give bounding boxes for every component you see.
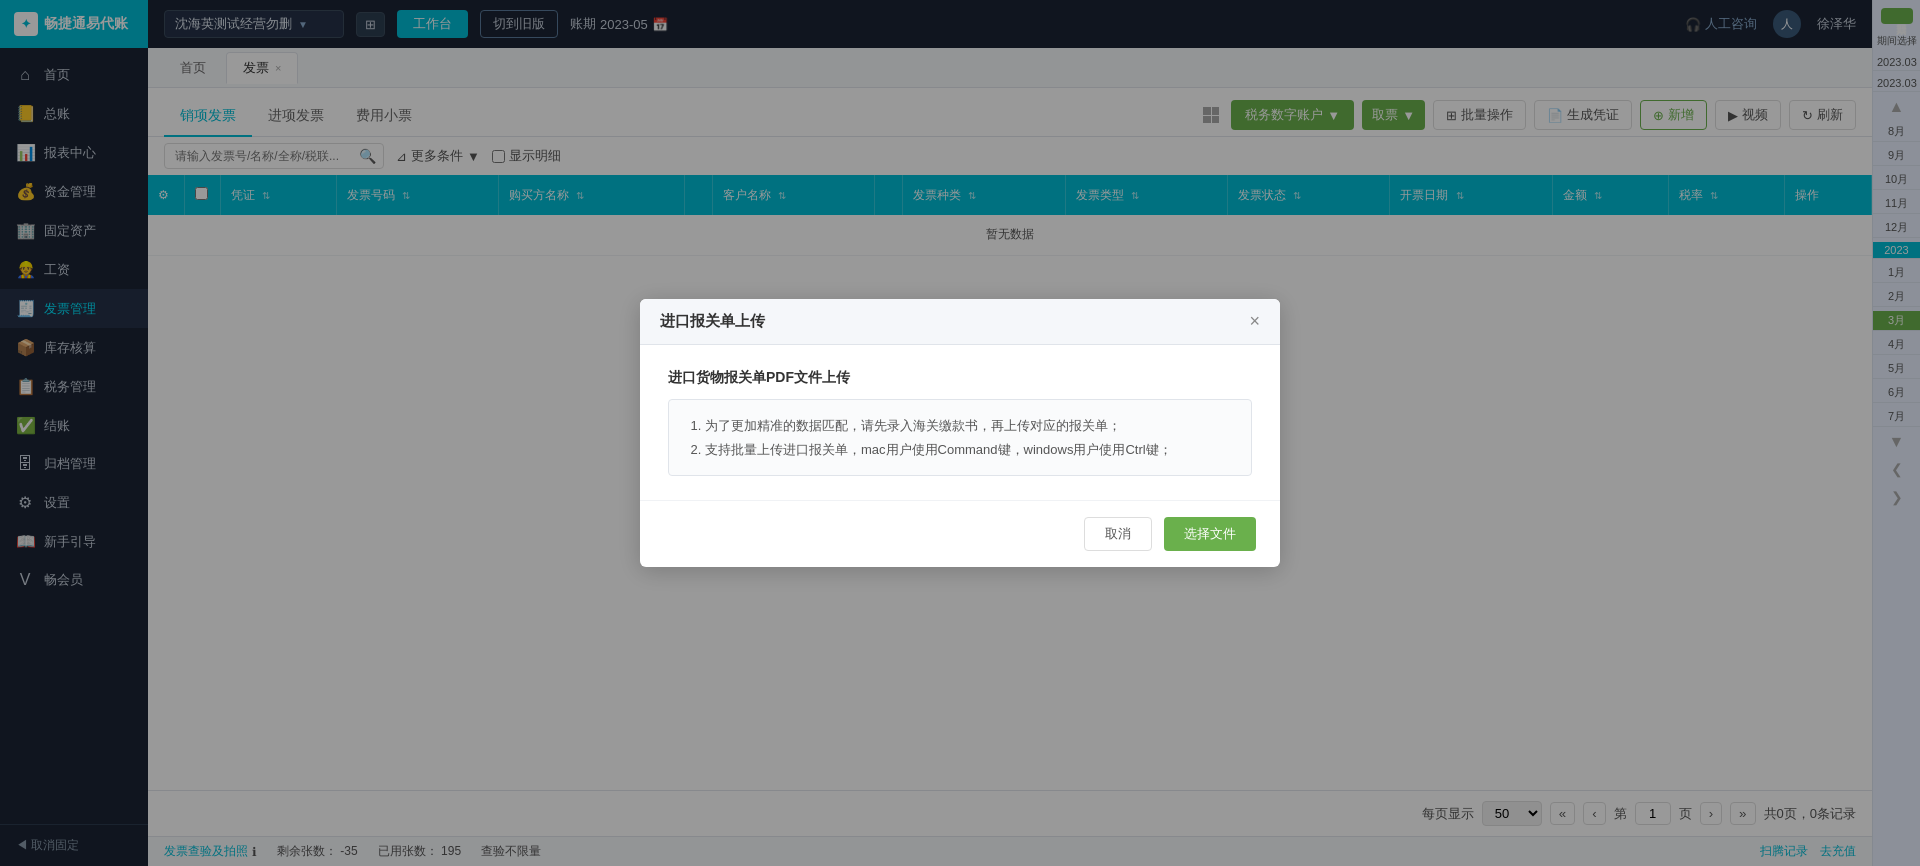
modal-notes: 为了更加精准的数据匹配，请先录入海关缴款书，再上传对应的报关单； 支持批量上传进…	[668, 399, 1252, 476]
modal-overlay[interactable]: 进口报关单上传 × 进口货物报关单PDF文件上传 为了更加精准的数据匹配，请先录…	[0, 0, 1920, 866]
modal-note-1: 为了更加精准的数据匹配，请先录入海关缴款书，再上传对应的报关单；	[705, 414, 1233, 437]
modal-note-2: 支持批量上传进口报关单，mac用户使用Command键，windows用户使用C…	[705, 438, 1233, 461]
cancel-button[interactable]: 取消	[1084, 517, 1152, 551]
modal-footer: 取消 选择文件	[640, 500, 1280, 567]
modal-close-button[interactable]: ×	[1249, 311, 1260, 332]
upload-modal: 进口报关单上传 × 进口货物报关单PDF文件上传 为了更加精准的数据匹配，请先录…	[640, 299, 1280, 567]
modal-body: 进口货物报关单PDF文件上传 为了更加精准的数据匹配，请先录入海关缴款书，再上传…	[640, 345, 1280, 500]
modal-section-title: 进口货物报关单PDF文件上传	[668, 369, 1252, 387]
modal-title: 进口报关单上传	[660, 312, 765, 331]
modal-header: 进口报关单上传 ×	[640, 299, 1280, 345]
select-file-button[interactable]: 选择文件	[1164, 517, 1256, 551]
